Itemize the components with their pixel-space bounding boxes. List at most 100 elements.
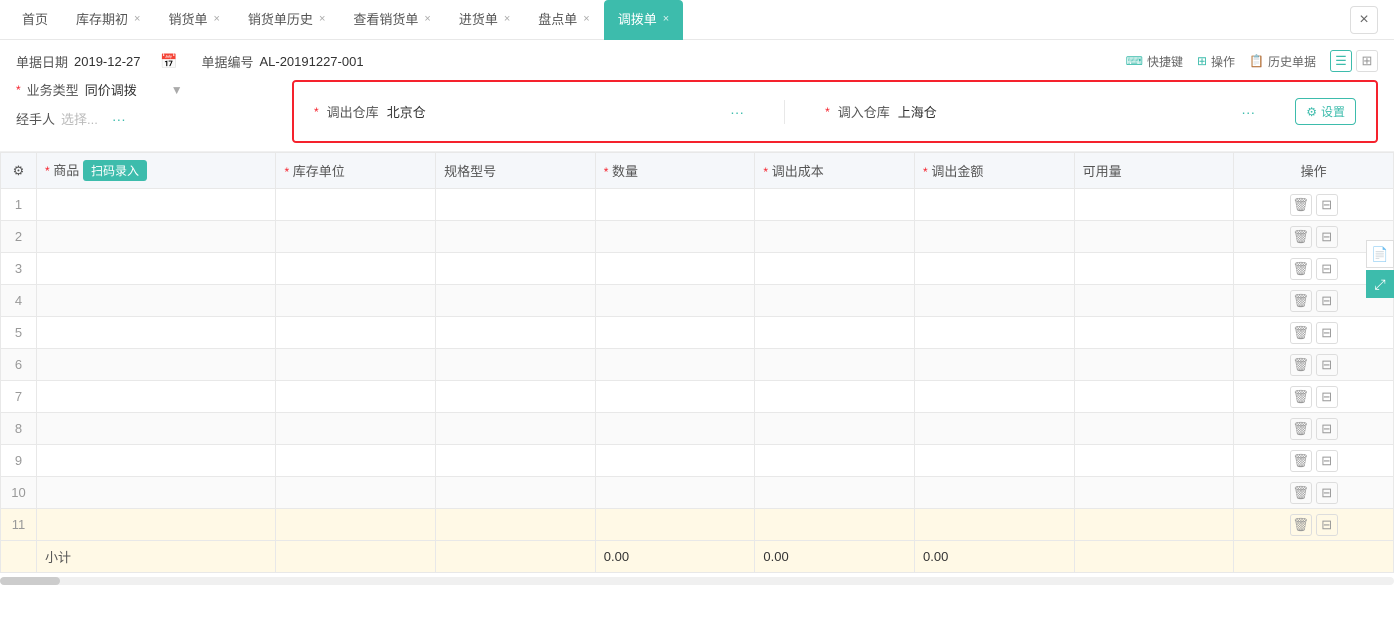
- tab-inventory-check[interactable]: 盘点单 ×: [524, 0, 603, 40]
- row-unit-2[interactable]: [276, 221, 436, 253]
- row-cost-6[interactable]: [755, 349, 915, 381]
- tab-view-sales[interactable]: 查看销货单 ×: [339, 0, 444, 40]
- row-cost-5[interactable]: [755, 317, 915, 349]
- row-copy-btn-1[interactable]: ⊟: [1316, 194, 1338, 216]
- row-spec-8[interactable]: [436, 413, 596, 445]
- row-cost-1[interactable]: [755, 189, 915, 221]
- row-copy-btn-8[interactable]: ⊟: [1316, 418, 1338, 440]
- row-cost-8[interactable]: [755, 413, 915, 445]
- row-unit-9[interactable]: [276, 445, 436, 477]
- row-qty-2[interactable]: [595, 221, 755, 253]
- tab-sales-order[interactable]: 销货单 ×: [154, 0, 233, 40]
- row-unit-3[interactable]: [276, 253, 436, 285]
- warehouse-out-ellipsis[interactable]: ···: [730, 104, 744, 120]
- business-type-dropdown-arrow[interactable]: ▼: [171, 83, 183, 97]
- row-delete-btn-4[interactable]: 🗑: [1290, 290, 1312, 312]
- settings-button[interactable]: ⚙ 设置: [1295, 98, 1356, 125]
- row-unit-8[interactable]: [276, 413, 436, 445]
- handler-ellipsis[interactable]: ···: [112, 111, 126, 127]
- tab-transfer-order[interactable]: 调拨单 ×: [604, 0, 683, 40]
- operations-button[interactable]: ⊞ 操作: [1197, 53, 1235, 70]
- row-spec-9[interactable]: [436, 445, 596, 477]
- tab-close-inventory-init[interactable]: ×: [134, 13, 140, 25]
- tab-close-transfer-order[interactable]: ×: [663, 13, 669, 25]
- window-close-button[interactable]: ×: [1350, 6, 1378, 34]
- row-delete-11[interactable]: 🗑: [1290, 514, 1312, 536]
- side-expand-button[interactable]: ⤢: [1366, 270, 1394, 298]
- row-amount-9[interactable]: [915, 445, 1075, 477]
- row-qty-10[interactable]: [595, 477, 755, 509]
- calendar-icon[interactable]: 📅: [160, 53, 177, 70]
- row-copy-btn-7[interactable]: ⊟: [1316, 386, 1338, 408]
- table-gear-header[interactable]: ⚙: [1, 153, 37, 189]
- row-amount-10[interactable]: [915, 477, 1075, 509]
- row-unit-5[interactable]: [276, 317, 436, 349]
- row-product-1[interactable]: [37, 189, 276, 221]
- row-spec-4[interactable]: [436, 285, 596, 317]
- row-delete-btn-1[interactable]: 🗑: [1290, 194, 1312, 216]
- row-copy-btn-10[interactable]: ⊟: [1316, 482, 1338, 504]
- row-qty-8[interactable]: [595, 413, 755, 445]
- row-unit-1[interactable]: [276, 189, 436, 221]
- tab-close-purchase-order[interactable]: ×: [504, 13, 510, 25]
- row-cost-2[interactable]: [755, 221, 915, 253]
- row-delete-btn-6[interactable]: 🗑: [1290, 354, 1312, 376]
- warehouse-in-ellipsis[interactable]: ···: [1241, 104, 1255, 120]
- row-delete-btn-2[interactable]: 🗑: [1290, 226, 1312, 248]
- tab-close-inventory-check[interactable]: ×: [583, 13, 589, 25]
- row-unit-10[interactable]: [276, 477, 436, 509]
- side-doc-button[interactable]: 📄: [1366, 240, 1394, 268]
- tab-purchase-order[interactable]: 进货单 ×: [445, 0, 524, 40]
- row-unit-7[interactable]: [276, 381, 436, 413]
- row-product-3[interactable]: [37, 253, 276, 285]
- row-spec-1[interactable]: [436, 189, 596, 221]
- row-unit-4[interactable]: [276, 285, 436, 317]
- row-cost-9[interactable]: [755, 445, 915, 477]
- row-cost-3[interactable]: [755, 253, 915, 285]
- row-qty-9[interactable]: [595, 445, 755, 477]
- row-product-8[interactable]: [37, 413, 276, 445]
- row-qty-5[interactable]: [595, 317, 755, 349]
- handler-select[interactable]: 选择...: [61, 109, 98, 128]
- row-product-5[interactable]: [37, 317, 276, 349]
- row-copy-btn-9[interactable]: ⊟: [1316, 450, 1338, 472]
- tab-close-sales-order[interactable]: ×: [213, 13, 219, 25]
- row-product-10[interactable]: [37, 477, 276, 509]
- row-product-6[interactable]: [37, 349, 276, 381]
- row-copy-btn-2[interactable]: ⊟: [1316, 226, 1338, 248]
- row-amount-4[interactable]: [915, 285, 1075, 317]
- business-type-select[interactable]: 同价调拨: [85, 80, 165, 99]
- row-delete-btn-9[interactable]: 🗑: [1290, 450, 1312, 472]
- tab-close-view-sales[interactable]: ×: [424, 13, 430, 25]
- tab-sales-history[interactable]: 销货单历史 ×: [234, 0, 339, 40]
- scan-button[interactable]: 扫码录入: [83, 160, 147, 181]
- row-spec-5[interactable]: [436, 317, 596, 349]
- row-copy-btn-3[interactable]: ⊟: [1316, 258, 1338, 280]
- row-amount-7[interactable]: [915, 381, 1075, 413]
- row-qty-7[interactable]: [595, 381, 755, 413]
- layout-grid-icon[interactable]: ⊞: [1356, 50, 1378, 72]
- row-delete-btn-10[interactable]: 🗑: [1290, 482, 1312, 504]
- row-product-7[interactable]: [37, 381, 276, 413]
- row-amount-2[interactable]: [915, 221, 1075, 253]
- row-unit-6[interactable]: [276, 349, 436, 381]
- tab-inventory-init[interactable]: 库存期初 ×: [62, 0, 154, 40]
- row-product-2[interactable]: [37, 221, 276, 253]
- row-delete-btn-5[interactable]: 🗑: [1290, 322, 1312, 344]
- row-amount-8[interactable]: [915, 413, 1075, 445]
- row-amount-6[interactable]: [915, 349, 1075, 381]
- row-spec-3[interactable]: [436, 253, 596, 285]
- row-cost-10[interactable]: [755, 477, 915, 509]
- layout-list-icon[interactable]: ☰: [1330, 50, 1352, 72]
- shortcuts-button[interactable]: ⌨ 快捷键: [1126, 53, 1183, 70]
- row-amount-1[interactable]: [915, 189, 1075, 221]
- horizontal-scrollbar[interactable]: [0, 577, 1394, 585]
- history-button[interactable]: 📋 历史单据: [1249, 53, 1316, 70]
- tab-close-sales-history[interactable]: ×: [319, 13, 325, 25]
- row-spec-10[interactable]: [436, 477, 596, 509]
- row-delete-btn-8[interactable]: 🗑: [1290, 418, 1312, 440]
- row-cost-7[interactable]: [755, 381, 915, 413]
- row-qty-1[interactable]: [595, 189, 755, 221]
- row-delete-btn-3[interactable]: 🗑: [1290, 258, 1312, 280]
- row-spec-6[interactable]: [436, 349, 596, 381]
